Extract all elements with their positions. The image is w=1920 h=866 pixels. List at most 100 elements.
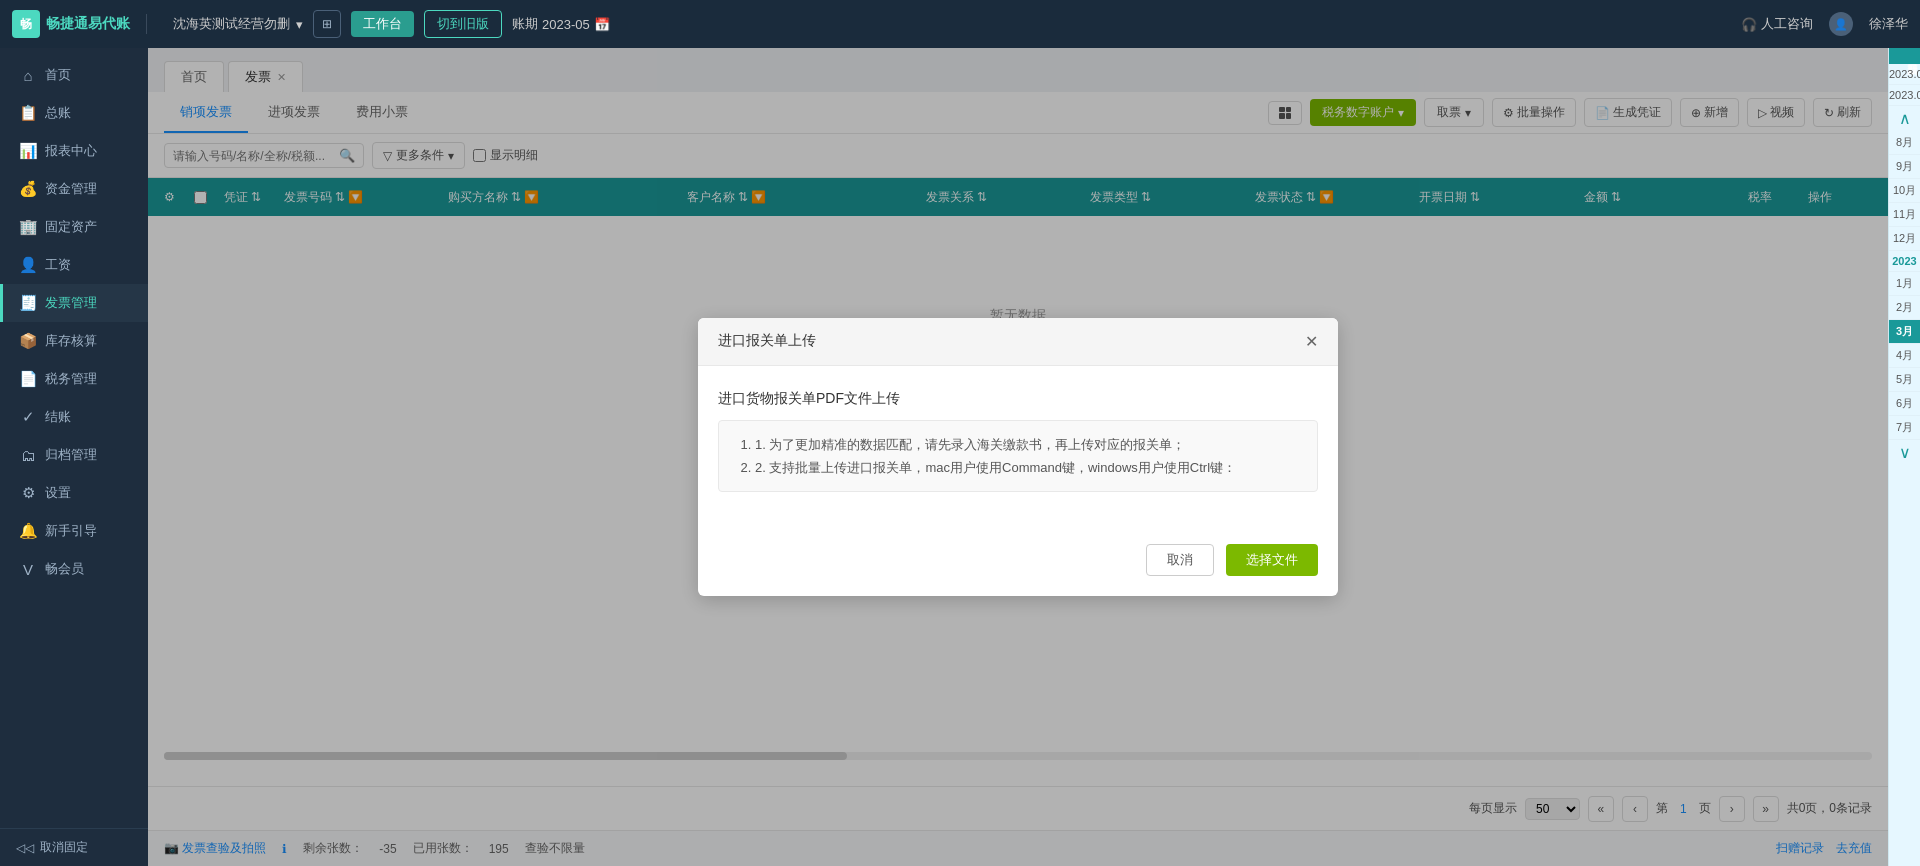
sidebar-label-inventory: 库存核算 [45,332,97,350]
period-display: 账期 2023-05 📅 [512,15,610,33]
period-9[interactable]: 9月 [1889,155,1920,179]
period-value: 2023-05 [542,17,590,32]
sidebar-item-home[interactable]: ⌂ 首页 [0,56,148,94]
topbar-right: 🎧 人工咨询 👤 徐泽华 [1741,12,1908,36]
sidebar-label-tax: 税务管理 [45,370,97,388]
sidebar-item-assets[interactable]: 🏢 固定资产 [0,208,148,246]
closing-icon: ✓ [19,408,37,426]
company-selector[interactable]: 沈海英测试经营勿删 ▾ [173,15,303,33]
period-10[interactable]: 10月 [1889,179,1920,203]
sidebar-item-funds[interactable]: 💰 资金管理 [0,170,148,208]
user-avatar[interactable]: 👤 [1829,12,1853,36]
guide-icon: 🔔 [19,522,37,540]
workspace-button[interactable]: 工作台 [351,11,414,37]
sidebar-label-invoices: 发票管理 [45,294,97,312]
modal-select-file-button[interactable]: 选择文件 [1226,544,1318,576]
logo-icon: 畅 [12,10,40,38]
assets-icon: 🏢 [19,218,37,236]
unpin-label: 取消固定 [40,839,88,856]
headset-icon: 🎧 [1741,17,1757,32]
period-up-arrow[interactable]: ∧ [1889,106,1920,131]
switch-version-button[interactable]: 切到旧版 [424,10,502,38]
modal-body: 进口货物报关单PDF文件上传 1. 为了更加精准的数据匹配，请先录入海关缴款书，… [698,366,1338,537]
sidebar-label-guide: 新手引导 [45,522,97,540]
company-action-icon[interactable]: ⊞ [313,10,341,38]
calendar-icon[interactable]: 📅 [594,17,610,32]
pin-icon: ◁◁ [16,841,34,855]
period-year-2023[interactable]: 2023 [1889,251,1920,272]
modal-section-title: 进口货物报关单PDF文件上传 [718,390,1318,408]
sidebar-label-settings: 设置 [45,484,71,502]
modal-footer: 取消 选择文件 [698,536,1338,596]
period-down-arrow[interactable]: ∨ [1889,440,1920,465]
sidebar-label-reports: 报表中心 [45,142,97,160]
sidebar-label-closing: 结账 [45,408,71,426]
support-button[interactable]: 🎧 人工咨询 [1741,15,1813,33]
modal-title: 进口报关单上传 [718,332,816,350]
inventory-icon: 📦 [19,332,37,350]
modal-info-box: 1. 为了更加精准的数据匹配，请先录入海关缴款书，再上传对应的报关单； 2. 支… [718,420,1318,493]
sidebar-item-closing[interactable]: ✓ 结账 [0,398,148,436]
modal-info-item-1: 1. 为了更加精准的数据匹配，请先录入海关缴款书，再上传对应的报关单； [755,433,1301,456]
sidebar-item-guide[interactable]: 🔔 新手引导 [0,512,148,550]
sidebar-item-ledger[interactable]: 📋 总账 [0,94,148,132]
sidebar-label-funds: 资金管理 [45,180,97,198]
sidebar-label-archive: 归档管理 [45,446,97,464]
archive-icon: 🗂 [19,447,37,464]
period-3-active[interactable]: 3月 [1889,320,1920,344]
modal-close-button[interactable]: ✕ [1305,332,1318,351]
sidebar-label-ledger: 总账 [45,104,71,122]
support-label: 人工咨询 [1761,15,1813,33]
invoices-icon: 🧾 [19,294,37,312]
modal-header: 进口报关单上传 ✕ [698,318,1338,366]
company-name: 沈海英测试经营勿删 [173,15,290,33]
sidebar-item-reports[interactable]: 📊 报表中心 [0,132,148,170]
sidebar-item-archive[interactable]: 🗂 归档管理 [0,436,148,474]
sidebar: ⌂ 首页 📋 总账 📊 报表中心 💰 资金管理 🏢 固定资产 👤 工资 🧾 发票… [0,48,148,866]
home-icon: ⌂ [19,67,37,84]
period-8[interactable]: 8月 [1889,131,1920,155]
sidebar-label-home: 首页 [45,66,71,84]
sidebar-item-settings[interactable]: ⚙ 设置 [0,474,148,512]
import-modal: 进口报关单上传 ✕ 进口货物报关单PDF文件上传 1. 为了更加精准的数据匹配，… [698,318,1338,597]
sidebar-label-assets: 固定资产 [45,218,97,236]
sidebar-label-salary: 工资 [45,256,71,274]
sidebar-item-invoices[interactable]: 🧾 发票管理 [0,284,148,322]
user-name: 徐泽华 [1869,15,1908,33]
member-icon: V [19,561,37,578]
reports-icon: 📊 [19,142,37,160]
sidebar-footer-unpin[interactable]: ◁◁ 取消固定 [0,828,148,866]
period-2[interactable]: 2月 [1889,296,1920,320]
sidebar-item-inventory[interactable]: 📦 库存核算 [0,322,148,360]
topbar-separator [146,14,147,34]
funds-icon: 💰 [19,180,37,198]
modal-cancel-button[interactable]: 取消 [1146,544,1214,576]
modal-overlay: 进口报关单上传 ✕ 进口货物报关单PDF文件上传 1. 为了更加精准的数据匹配，… [148,48,1888,866]
right-panel: 开票日期 2023.03 2023.03 ∧ 8月 9月 10月 11月 12月… [1888,48,1920,866]
sidebar-item-tax[interactable]: 📄 税务管理 [0,360,148,398]
period-12[interactable]: 12月 [1889,227,1920,251]
settings-icon: ⚙ [19,484,37,502]
period-2023-03-2[interactable]: 2023.03 [1889,85,1920,106]
topbar: 畅 畅捷通易代账 沈海英测试经营勿删 ▾ ⊞ 工作台 切到旧版 账期 2023-… [0,0,1920,48]
tax-icon: 📄 [19,370,37,388]
modal-info-list: 1. 为了更加精准的数据匹配，请先录入海关缴款书，再上传对应的报关单； 2. 支… [735,433,1301,480]
period-1[interactable]: 1月 [1889,272,1920,296]
salary-icon: 👤 [19,256,37,274]
sidebar-label-member: 畅会员 [45,560,84,578]
period-2023-03-1[interactable]: 2023.03 [1889,64,1920,85]
period-7[interactable]: 7月 [1889,416,1920,440]
period-4[interactable]: 4月 [1889,344,1920,368]
sidebar-item-salary[interactable]: 👤 工资 [0,246,148,284]
chevron-down-icon: ▾ [296,17,303,32]
modal-info-item-2: 2. 支持批量上传进口报关单，mac用户使用Command键，windows用户… [755,456,1301,479]
sidebar-item-member[interactable]: V 畅会员 [0,550,148,588]
app-name: 畅捷通易代账 [46,15,130,33]
app-logo: 畅 畅捷通易代账 [12,10,130,38]
period-label: 账期 [512,15,538,33]
ledger-icon: 📋 [19,104,37,122]
period-11[interactable]: 11月 [1889,203,1920,227]
period-5[interactable]: 5月 [1889,368,1920,392]
right-panel-header[interactable]: 开票日期 [1889,48,1920,64]
period-6[interactable]: 6月 [1889,392,1920,416]
